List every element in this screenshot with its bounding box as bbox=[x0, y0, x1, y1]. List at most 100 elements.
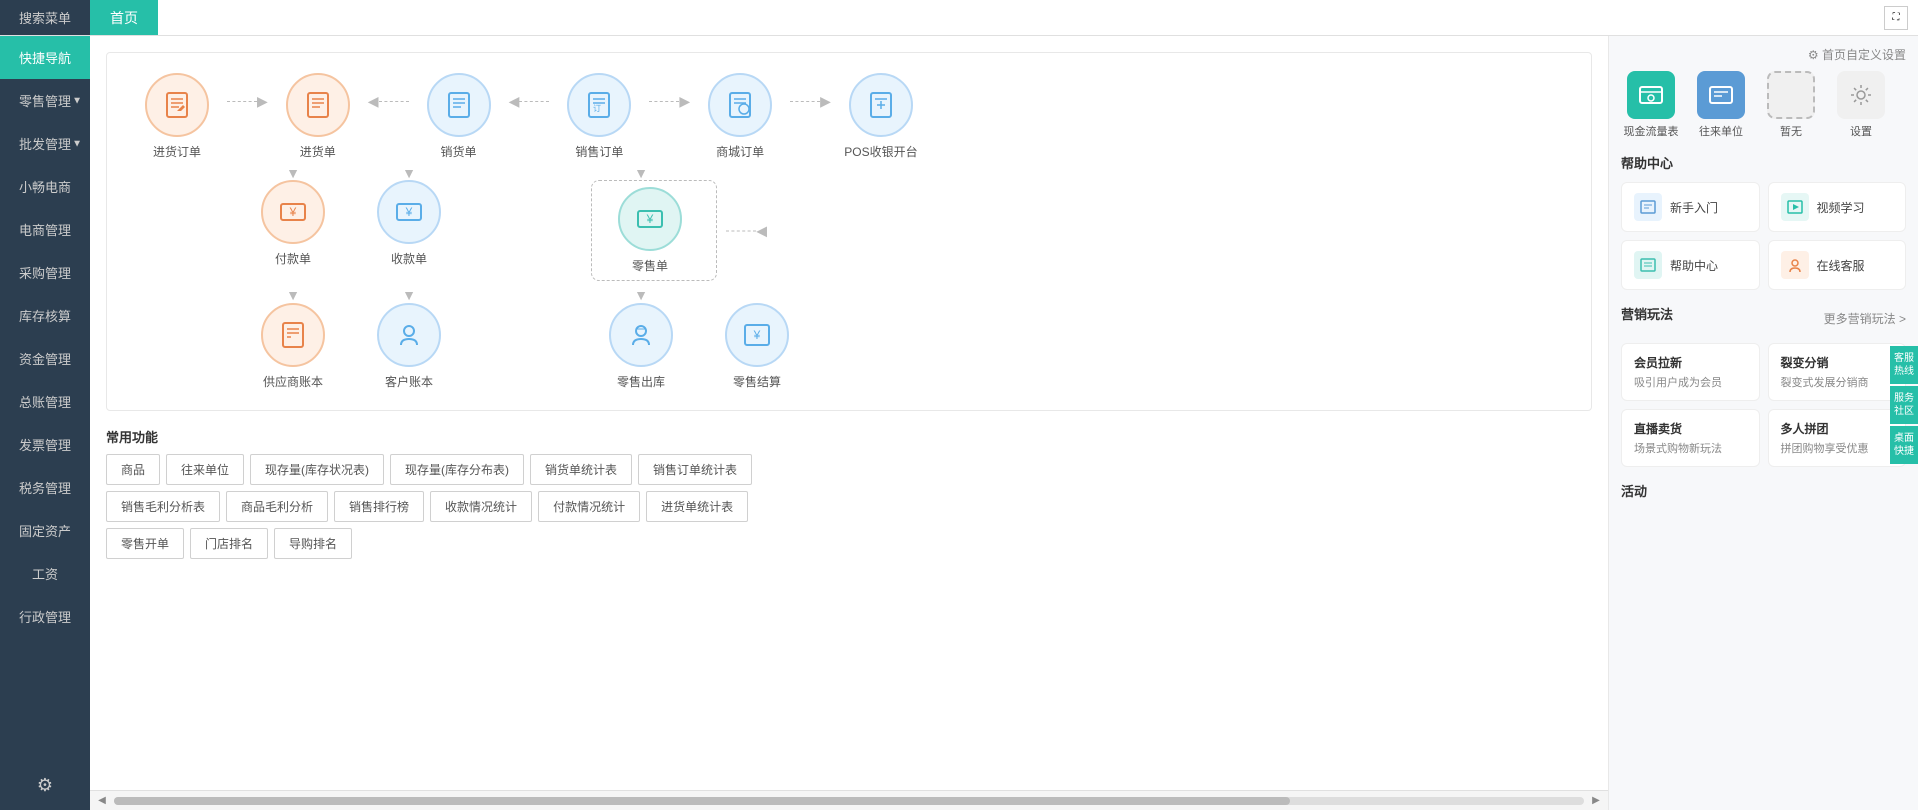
scroll-track[interactable] bbox=[114, 797, 1584, 805]
sales-order-label: 销售订单 bbox=[575, 143, 623, 160]
scroll-right-arrow[interactable]: ▶ bbox=[1588, 793, 1604, 809]
help-item-online-service[interactable]: 在线客服 bbox=[1768, 240, 1907, 290]
sidebar-item-ledger[interactable]: 总账管理 bbox=[0, 380, 90, 423]
func-buttons-row2: 销售毛利分析表 商品毛利分析 销售排行榜 收款情况统计 付款情况统计 进货单统计… bbox=[106, 491, 1592, 522]
payment-label: 付款单 bbox=[275, 250, 311, 267]
purchase-order-label: 进货订单 bbox=[153, 143, 201, 160]
purchase-bill-icon bbox=[286, 73, 350, 137]
help-item-beginner[interactable]: 新手入门 bbox=[1621, 182, 1760, 232]
btn-partner[interactable]: 往来单位 bbox=[166, 454, 244, 485]
marketing-title: 营销玩法 bbox=[1621, 304, 1673, 323]
horizontal-scrollbar[interactable]: ◀ ▶ bbox=[90, 790, 1608, 810]
btn-payment-stat[interactable]: 付款情况统计 bbox=[538, 491, 640, 522]
svg-text:¥: ¥ bbox=[289, 205, 297, 219]
help-center-title: 帮助中心 bbox=[1621, 153, 1906, 172]
activity-title: 活动 bbox=[1621, 481, 1906, 500]
purchase-order-icon bbox=[145, 73, 209, 137]
retail-bill-icon: ¥ bbox=[618, 187, 682, 251]
btn-store-rank[interactable]: 门店排名 bbox=[190, 528, 268, 559]
scroll-thumb[interactable] bbox=[114, 797, 1290, 805]
chevron-down-icon: ▼ bbox=[72, 95, 82, 106]
sidebar-item-finance[interactable]: 资金管理 bbox=[0, 337, 90, 380]
customer-account-icon bbox=[377, 303, 441, 367]
btn-retail-open[interactable]: 零售开单 bbox=[106, 528, 184, 559]
sidebar-item-purchase[interactable]: 采购管理 bbox=[0, 251, 90, 294]
supplier-account-icon bbox=[261, 303, 325, 367]
retail-settle-icon: ¥ bbox=[725, 303, 789, 367]
mall-order-icon bbox=[708, 73, 772, 137]
btn-stock-status[interactable]: 现存量(库存状况表) bbox=[250, 454, 384, 485]
retail-bill-label: 零售单 bbox=[632, 257, 668, 274]
sales-bill-label: 销货单 bbox=[441, 143, 477, 160]
help-item-video[interactable]: 视频学习 bbox=[1768, 182, 1907, 232]
common-functions: 常用功能 商品 往来单位 现存量(库存状况表) 现存量(库存分布表) 销货单统计… bbox=[106, 427, 1592, 559]
help-item-helpcenter[interactable]: 帮助中心 bbox=[1621, 240, 1760, 290]
marketing-group-buy[interactable]: 多人拼团 拼团购物享受优惠 bbox=[1768, 409, 1907, 467]
btn-receipt-stat[interactable]: 收款情况统计 bbox=[430, 491, 532, 522]
help-grid: 新手入门 视频学习 帮助中心 bbox=[1621, 182, 1906, 290]
sidebar-item-retail[interactable]: 零售管理 ▼ bbox=[0, 79, 90, 122]
sidebar-item-ecommerce-mgmt[interactable]: 电商管理 bbox=[0, 208, 90, 251]
quick-icon-partner[interactable]: 往来单位 bbox=[1691, 71, 1751, 139]
beginner-icon bbox=[1634, 193, 1662, 221]
btn-goods-profit[interactable]: 商品毛利分析 bbox=[226, 491, 328, 522]
sidebar-item-inventory[interactable]: 库存核算 bbox=[0, 294, 90, 337]
float-btn-desktop[interactable]: 桌面 快捷 bbox=[1890, 426, 1918, 464]
sidebar-item-assets[interactable]: 固定资产 bbox=[0, 509, 90, 552]
online-service-icon bbox=[1781, 251, 1809, 279]
settings-gear-icon[interactable]: ⚙ bbox=[0, 761, 90, 810]
sidebar-item-ecommerce-small[interactable]: 小畅电商 bbox=[0, 165, 90, 208]
receipt-label: 收款单 bbox=[391, 250, 427, 267]
btn-sales-stat[interactable]: 销货单统计表 bbox=[530, 454, 632, 485]
sidebar: 快捷导航 零售管理 ▼ 批发管理 ▼ 小畅电商 电商管理 采购管理 库存核算 资… bbox=[0, 36, 90, 810]
marketing-fission[interactable]: 裂变分销 裂变式发展分销商 bbox=[1768, 343, 1907, 401]
search-menu[interactable]: 搜索菜单 bbox=[0, 0, 90, 35]
marketing-livestream[interactable]: 直播卖货 场景式购物新玩法 bbox=[1621, 409, 1760, 467]
sidebar-item-invoice[interactable]: 发票管理 bbox=[0, 423, 90, 466]
helpcenter-label: 帮助中心 bbox=[1670, 257, 1718, 274]
receipt-icon: ¥ bbox=[377, 180, 441, 244]
sidebar-item-tax[interactable]: 税务管理 bbox=[0, 466, 90, 509]
more-marketing-link[interactable]: 更多营销玩法 > bbox=[1824, 310, 1906, 327]
pos-open-label: POS收银开台 bbox=[844, 143, 917, 160]
customize-button[interactable]: ⚙ 首页自定义设置 bbox=[1808, 46, 1906, 63]
purchase-bill-label: 进货单 bbox=[300, 143, 336, 160]
video-icon bbox=[1781, 193, 1809, 221]
float-buttons: 客服 热线 服务 社区 桌面 快捷 bbox=[1890, 346, 1918, 464]
pos-open-icon bbox=[849, 73, 913, 137]
btn-sales-order-stat[interactable]: 销售订单统计表 bbox=[638, 454, 752, 485]
sidebar-item-quicknav[interactable]: 快捷导航 bbox=[0, 36, 90, 79]
flow-diagram: 进货订单 ▶ 进货单 bbox=[106, 52, 1592, 411]
quick-icons: 现金流量表 往来单位 暂无 bbox=[1621, 71, 1906, 139]
sidebar-item-wholesale[interactable]: 批发管理 ▼ bbox=[0, 122, 90, 165]
fullscreen-button[interactable]: ⛶ bbox=[1884, 6, 1908, 30]
marketing-member[interactable]: 会员拉新 吸引用户成为会员 bbox=[1621, 343, 1760, 401]
quick-icon-empty[interactable]: 暂无 bbox=[1761, 71, 1821, 139]
beginner-label: 新手入门 bbox=[1670, 199, 1718, 216]
sidebar-item-salary[interactable]: 工资 bbox=[0, 552, 90, 595]
btn-sales-rank[interactable]: 销售排行榜 bbox=[334, 491, 424, 522]
retail-out-icon bbox=[609, 303, 673, 367]
empty-icon bbox=[1767, 71, 1815, 119]
retail-settle-label: 零售结算 bbox=[733, 373, 781, 390]
empty-label: 暂无 bbox=[1780, 123, 1802, 139]
scroll-left-arrow[interactable]: ◀ bbox=[94, 793, 110, 809]
sales-order-icon: 订 bbox=[567, 73, 631, 137]
chevron-down-icon: ▼ bbox=[72, 138, 82, 149]
quick-icon-settings[interactable]: 设置 bbox=[1831, 71, 1891, 139]
sidebar-item-admin[interactable]: 行政管理 bbox=[0, 595, 90, 638]
svg-text:¥: ¥ bbox=[405, 205, 413, 219]
btn-stock-dist[interactable]: 现存量(库存分布表) bbox=[390, 454, 524, 485]
btn-sales-profit[interactable]: 销售毛利分析表 bbox=[106, 491, 220, 522]
tab-home[interactable]: 首页 bbox=[90, 0, 158, 35]
svg-text:订: 订 bbox=[593, 103, 601, 113]
quick-icon-cashflow[interactable]: 现金流量表 bbox=[1621, 71, 1681, 139]
btn-guide-rank[interactable]: 导购排名 bbox=[274, 528, 352, 559]
btn-goods[interactable]: 商品 bbox=[106, 454, 160, 485]
online-service-label: 在线客服 bbox=[1817, 257, 1865, 274]
retail-out-label: 零售出库 bbox=[617, 373, 665, 390]
btn-purchase-stat[interactable]: 进货单统计表 bbox=[646, 491, 748, 522]
float-btn-service[interactable]: 客服 热线 bbox=[1890, 346, 1918, 384]
float-btn-community[interactable]: 服务 社区 bbox=[1890, 386, 1918, 424]
func-buttons-row1: 商品 往来单位 现存量(库存状况表) 现存量(库存分布表) 销货单统计表 销售订… bbox=[106, 454, 1592, 485]
